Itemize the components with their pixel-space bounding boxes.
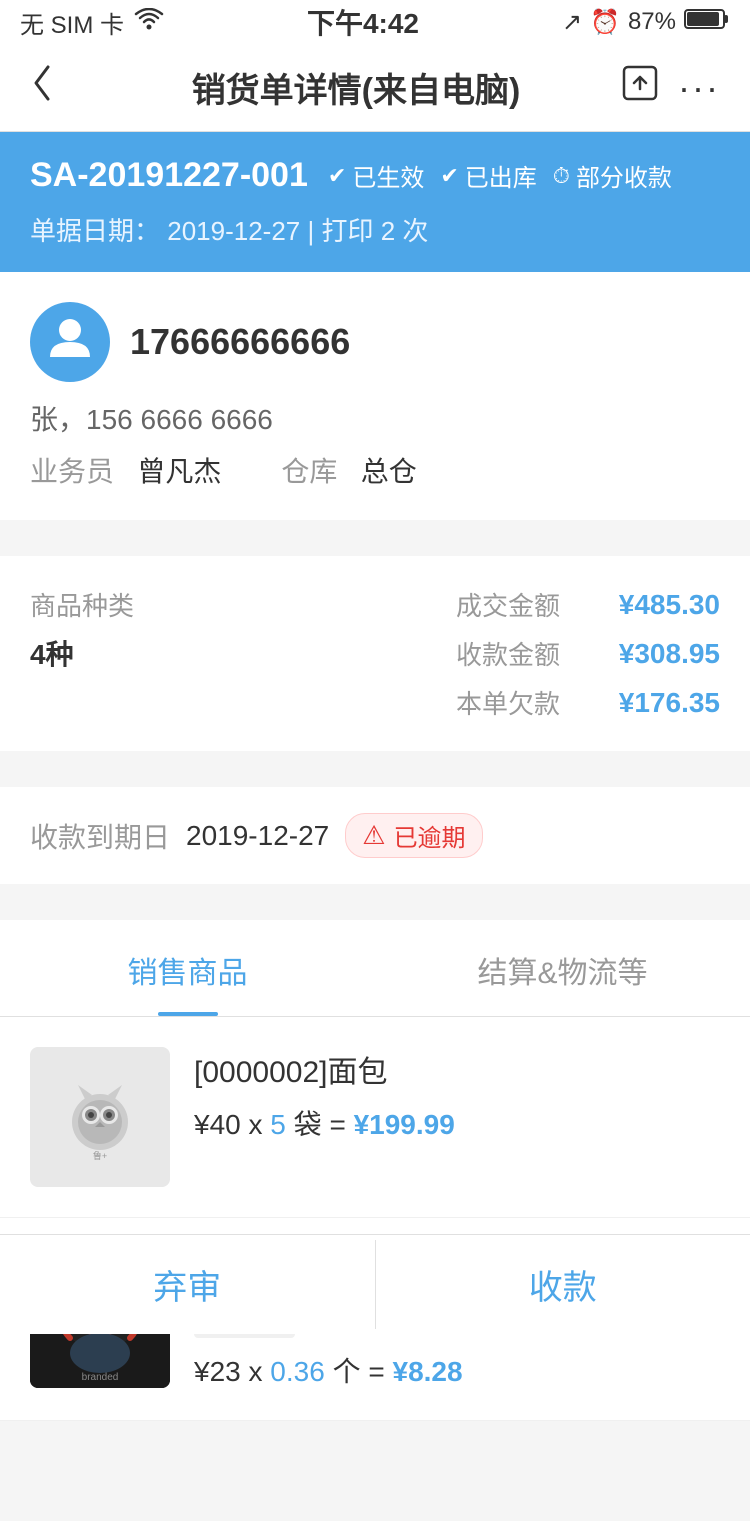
customer-name-phone: 张，156 6666 6666 bbox=[30, 398, 720, 438]
nav-actions: ··· bbox=[622, 65, 720, 110]
total-1: ¥199.99 bbox=[354, 1109, 455, 1140]
confirm-button[interactable]: 收款 bbox=[376, 1240, 750, 1329]
svg-text:鲁+: 鲁+ bbox=[93, 1150, 107, 1161]
battery-level: 87% bbox=[628, 8, 676, 36]
warehouse-name: 总仓 bbox=[361, 456, 417, 487]
overdue-text: 已逾期 bbox=[394, 818, 466, 853]
overdue-icon: ⚠ bbox=[362, 820, 385, 851]
status-right: ↗ ⏰ 87% bbox=[562, 7, 730, 38]
order-id: SA-20191227-001 bbox=[30, 156, 308, 195]
category-count: 4种 bbox=[30, 633, 134, 673]
more-icon[interactable]: ··· bbox=[678, 67, 720, 109]
customer-section: 17666666666 张，156 6666 6666 业务员 曾凡杰 仓库 总… bbox=[0, 272, 750, 520]
qty-1: 5 bbox=[270, 1109, 286, 1140]
location-icon: ↗ bbox=[562, 8, 582, 37]
tabs-section: 销售商品 结算&物流等 bbox=[0, 920, 750, 1017]
product-price-1: ¥40 x 5 袋 = ¥199.99 bbox=[194, 1103, 720, 1143]
warehouse-info: 仓库 总仓 bbox=[281, 450, 416, 490]
equals-1: = bbox=[329, 1109, 353, 1140]
status-bar: 无 SIM 卡 下午4:42 ↗ ⏰ 87% bbox=[0, 0, 750, 44]
badge-shipped: ✔ 已出库 bbox=[440, 158, 536, 193]
bottom-bar: 弃审 收款 bbox=[0, 1234, 750, 1334]
agent-info: 业务员 曾凡杰 bbox=[30, 450, 221, 490]
nav-bar: 销货单详情(来自电脑) ··· bbox=[0, 44, 750, 132]
due-section: 收款到期日 2019-12-27 ⚠ 已逾期 bbox=[0, 787, 750, 884]
check-icon-2: ✔ bbox=[440, 163, 458, 189]
stats-left: 商品种类 4种 bbox=[30, 586, 134, 673]
received-label: 收款金额 bbox=[456, 635, 560, 672]
badge-partial: ⏱ 部分收款 bbox=[553, 158, 672, 193]
avatar bbox=[30, 302, 110, 382]
tab-sales-products[interactable]: 销售商品 bbox=[0, 920, 375, 1016]
back-button[interactable] bbox=[30, 63, 90, 112]
check-icon-1: ✔ bbox=[328, 163, 346, 189]
status-time: 下午4:42 bbox=[307, 2, 419, 42]
unit-1: 袋 bbox=[294, 1109, 322, 1140]
user-icon bbox=[45, 312, 95, 373]
category-label: 商品种类 bbox=[30, 586, 134, 623]
customer-row: 17666666666 bbox=[30, 302, 720, 382]
transaction-row: 成交金额 ¥485.30 bbox=[456, 586, 720, 623]
price-1: ¥40 bbox=[194, 1109, 241, 1140]
badge-effective: ✔ 已生效 bbox=[328, 158, 424, 193]
price-2: ¥23 bbox=[194, 1356, 241, 1387]
due-label: 收款到期日 bbox=[30, 816, 170, 856]
order-badges: ✔ 已生效 ✔ 已出库 ⏱ 部分收款 bbox=[328, 158, 672, 193]
list-item: 鲁+ [0000002]面包 ¥40 x 5 袋 = ¥199.99 bbox=[0, 1017, 750, 1218]
order-date-row: 单据日期： 2019-12-27 | 打印 2 次 bbox=[30, 211, 720, 248]
debt-value: ¥176.35 bbox=[590, 687, 720, 719]
received-row: 收款金额 ¥308.95 bbox=[456, 635, 720, 672]
transaction-label: 成交金额 bbox=[456, 586, 560, 623]
print-label: | 打印 bbox=[307, 216, 373, 246]
product-name-1: [0000002]面包 bbox=[194, 1047, 720, 1091]
wifi-icon bbox=[134, 8, 164, 37]
debt-row: 本单欠款 ¥176.35 bbox=[456, 684, 720, 721]
equals-2: = bbox=[368, 1356, 392, 1387]
share-icon[interactable] bbox=[622, 65, 658, 110]
print-count: 2 bbox=[381, 216, 395, 246]
svg-text:branded: branded bbox=[82, 1372, 119, 1383]
qty-2: 0.36 bbox=[270, 1356, 325, 1387]
transaction-value: ¥485.30 bbox=[590, 589, 720, 621]
cancel-button[interactable]: 弃审 bbox=[0, 1240, 376, 1329]
tab-settlement[interactable]: 结算&物流等 bbox=[375, 920, 750, 1016]
due-date-value: 2019-12-27 bbox=[186, 820, 329, 852]
overdue-badge: ⚠ 已逾期 bbox=[345, 813, 482, 858]
battery-icon bbox=[684, 7, 730, 38]
agent-name: 曾凡杰 bbox=[137, 456, 221, 487]
customer-meta: 业务员 曾凡杰 仓库 总仓 bbox=[30, 450, 720, 490]
unit-2: 个 bbox=[333, 1356, 361, 1387]
date-label: 单据日期： bbox=[30, 216, 160, 246]
sim-status: 无 SIM 卡 bbox=[20, 5, 124, 40]
print-unit: 次 bbox=[402, 216, 428, 246]
alarm-icon: ⏰ bbox=[590, 8, 620, 37]
product-price-2: ¥23 x 0.36 个 = ¥8.28 bbox=[194, 1350, 720, 1390]
total-2: ¥8.28 bbox=[393, 1356, 463, 1387]
debt-label: 本单欠款 bbox=[456, 684, 560, 721]
stats-section: 商品种类 4种 成交金额 ¥485.30 收款金额 ¥308.95 本单欠款 ¥… bbox=[0, 556, 750, 751]
clock-icon: ⏱ bbox=[553, 163, 570, 189]
multiply-1: x bbox=[249, 1109, 271, 1140]
products-section: 鲁+ [0000002]面包 ¥40 x 5 袋 = ¥199.99 bbox=[0, 1017, 750, 1421]
status-left: 无 SIM 卡 bbox=[20, 5, 164, 40]
date-value: 2019-12-27 bbox=[167, 216, 300, 246]
page-title: 销货单详情(来自电脑) bbox=[90, 63, 622, 112]
product-info-bread: [0000002]面包 ¥40 x 5 袋 = ¥199.99 bbox=[194, 1047, 720, 1143]
product-image-bread: 鲁+ bbox=[30, 1047, 170, 1187]
order-header: SA-20191227-001 ✔ 已生效 ✔ 已出库 ⏱ 部分收款 单据日期：… bbox=[0, 132, 750, 272]
stats-right: 成交金额 ¥485.30 收款金额 ¥308.95 本单欠款 ¥176.35 bbox=[456, 586, 720, 721]
warehouse-label: 仓库 bbox=[281, 456, 337, 487]
received-value: ¥308.95 bbox=[590, 638, 720, 670]
customer-phone: 17666666666 bbox=[130, 321, 350, 363]
multiply-2: x bbox=[249, 1356, 271, 1387]
agent-label: 业务员 bbox=[30, 456, 114, 487]
